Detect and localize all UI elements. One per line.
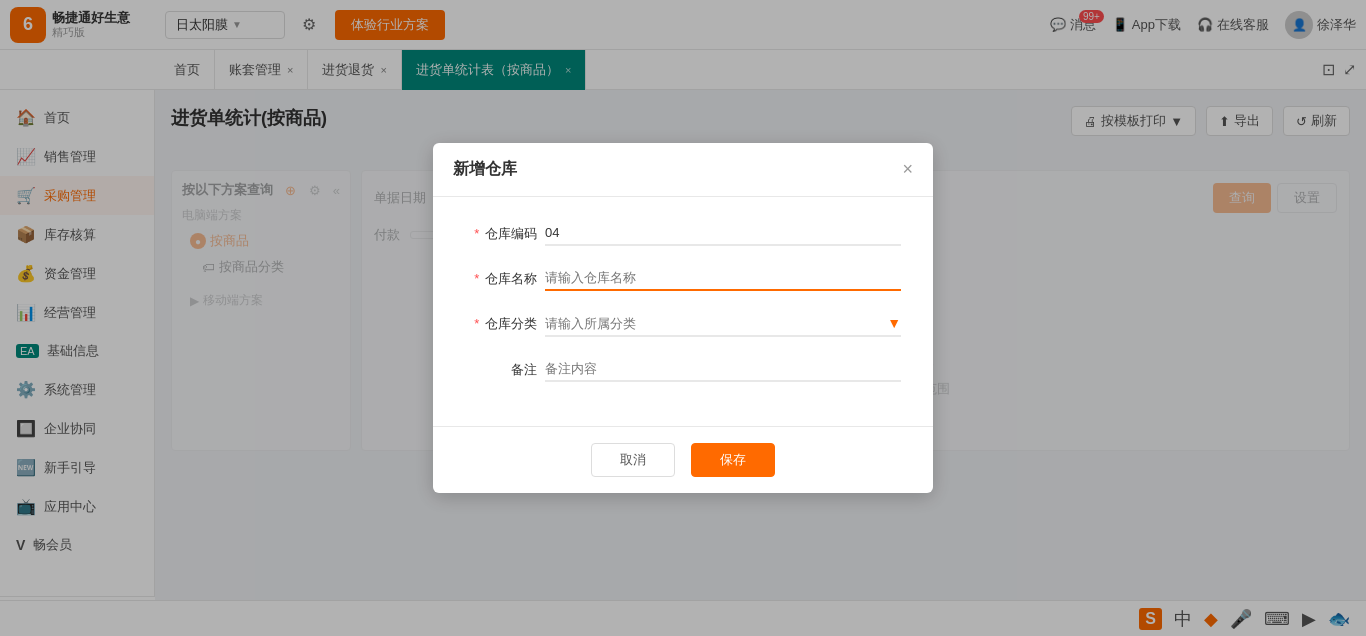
category-chevron-icon[interactable]: ▼ (887, 315, 901, 331)
remark-input[interactable] (545, 357, 901, 382)
code-label: * 仓库编码 (465, 225, 545, 243)
cancel-button[interactable]: 取消 (591, 443, 675, 477)
name-input[interactable] (545, 266, 901, 291)
code-input[interactable] (545, 221, 901, 246)
modal-header: 新增仓库 × (433, 143, 933, 197)
category-label-text: 仓库分类 (485, 316, 537, 331)
code-required-mark: * (474, 226, 479, 241)
save-button[interactable]: 保存 (691, 443, 775, 477)
category-select-input[interactable] (545, 316, 887, 331)
modal-overlay: 新增仓库 × * 仓库编码 * 仓库名称 (0, 0, 1366, 636)
name-label: * 仓库名称 (465, 270, 545, 288)
modal-body: * 仓库编码 * 仓库名称 * 仓库分类 (433, 197, 933, 426)
category-select-wrap: ▼ (545, 311, 901, 337)
modal-title: 新增仓库 (453, 159, 517, 180)
remark-label: 备注 (465, 361, 545, 379)
form-row-remark: 备注 (465, 357, 901, 382)
form-row-category: * 仓库分类 ▼ (465, 311, 901, 337)
remark-label-text: 备注 (511, 362, 537, 377)
modal-footer: 取消 保存 (433, 426, 933, 493)
modal-close-btn[interactable]: × (902, 159, 913, 180)
code-label-text: 仓库编码 (485, 226, 537, 241)
form-row-name: * 仓库名称 (465, 266, 901, 291)
category-label: * 仓库分类 (465, 315, 545, 333)
name-required-mark: * (474, 271, 479, 286)
name-label-text: 仓库名称 (485, 271, 537, 286)
modal-new-warehouse: 新增仓库 × * 仓库编码 * 仓库名称 (433, 143, 933, 493)
category-required-mark: * (474, 316, 479, 331)
form-row-code: * 仓库编码 (465, 221, 901, 246)
